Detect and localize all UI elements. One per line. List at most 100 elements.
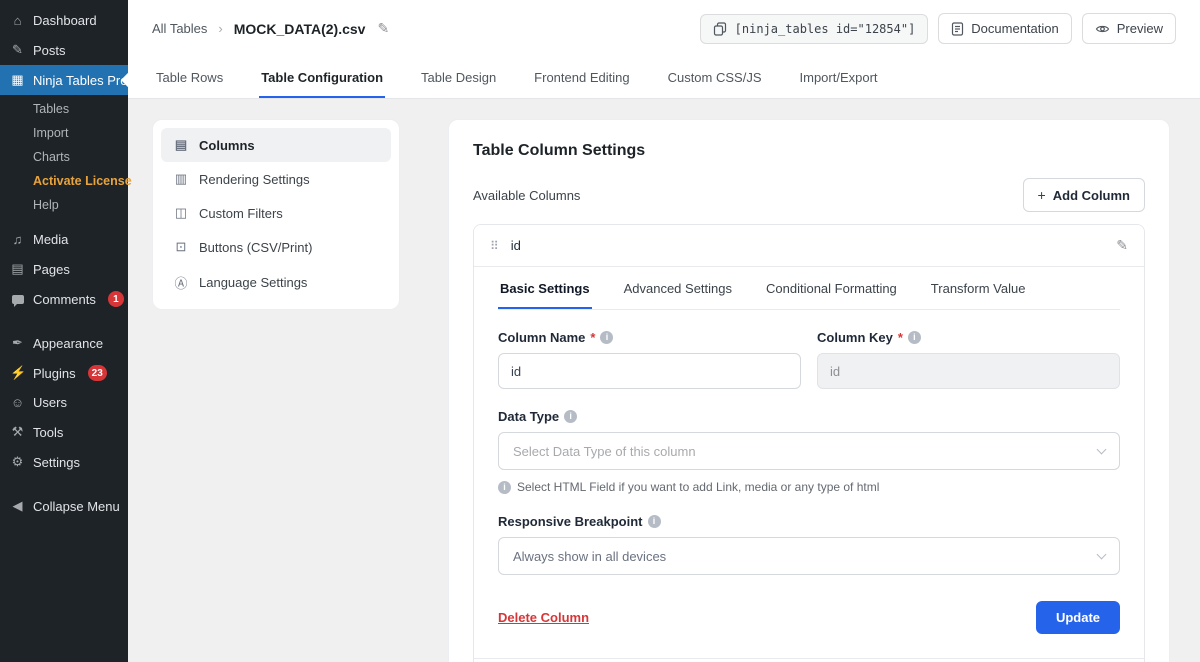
configuration-content: ▤ Columns ▥ Rendering Settings ◫ Custom … xyxy=(128,99,1200,662)
sidebar-item-label: Plugins xyxy=(33,365,76,381)
add-column-label: Add Column xyxy=(1052,187,1130,203)
settings-menu-columns[interactable]: ▤ Columns xyxy=(161,128,391,162)
language-icon: Ⓐ xyxy=(174,276,188,291)
brush-icon: ✒ xyxy=(12,335,23,350)
edit-column-icon[interactable]: ✎ xyxy=(1116,237,1128,254)
label-text: Column Key xyxy=(817,330,893,345)
sidebar-item-label: Comments xyxy=(33,291,96,307)
data-type-label: Data Type i xyxy=(498,409,1120,424)
media-icon: ♫ xyxy=(12,232,23,247)
editor-footer: Delete Column Update xyxy=(498,601,1120,634)
delete-column-link[interactable]: Delete Column xyxy=(498,610,589,625)
submenu-item-charts[interactable]: Charts xyxy=(0,145,128,169)
column-row-first-name[interactable]: ⠿ first_name ✎ xyxy=(474,658,1144,662)
sidebar-item-label: Ninja Tables Pro xyxy=(33,72,128,88)
rendering-icon: ▥ xyxy=(174,171,188,186)
sidebar-item-media[interactable]: ♫ Media xyxy=(0,225,128,254)
plugin-icon: ⚡ xyxy=(10,365,27,380)
sidebar-item-pages[interactable]: ▤ Pages xyxy=(0,254,128,284)
column-row-id[interactable]: ⠿ id ✎ xyxy=(474,225,1144,266)
responsive-breakpoint-select[interactable]: Always show in all devices xyxy=(498,537,1120,575)
settings-menu-language-settings[interactable]: Ⓐ Language Settings xyxy=(161,264,391,301)
table-tabs: Table Rows Table Configuration Table Des… xyxy=(128,57,1200,99)
sidebar-item-dashboard[interactable]: ⌂ Dashboard xyxy=(0,6,128,35)
responsive-breakpoint-value: Always show in all devices xyxy=(513,548,667,564)
preview-button[interactable]: Preview xyxy=(1081,13,1176,44)
sidebar-item-posts[interactable]: ✎ Posts xyxy=(0,35,128,65)
user-icon: ☺ xyxy=(10,395,25,410)
documentation-button[interactable]: Documentation xyxy=(938,13,1072,44)
chevron-down-icon xyxy=(1096,444,1107,454)
column-editor: Basic Settings Advanced Settings Conditi… xyxy=(474,266,1144,658)
tab-advanced-settings[interactable]: Advanced Settings xyxy=(622,267,734,309)
info-icon[interactable]: i xyxy=(564,410,578,423)
tab-transform-value[interactable]: Transform Value xyxy=(929,267,1028,309)
data-type-select[interactable]: Select Data Type of this column xyxy=(498,432,1120,470)
submenu-item-tables[interactable]: Tables xyxy=(0,97,128,121)
settings-menu-buttons-csv-print[interactable]: ⊡ Buttons (CSV/Print) xyxy=(161,230,391,264)
sidebar-item-label: Tools xyxy=(33,424,64,440)
tab-custom-css-js[interactable]: Custom CSS/JS xyxy=(666,57,764,98)
breadcrumb-separator: › xyxy=(218,21,223,36)
tab-frontend-editing[interactable]: Frontend Editing xyxy=(532,57,631,98)
document-icon xyxy=(952,21,964,36)
sidebar-item-settings[interactable]: ⚙ Settings xyxy=(0,447,128,477)
drag-handle-icon[interactable]: ⠿ xyxy=(490,239,499,253)
sidebar-item-collapse-menu[interactable]: ◀ Collapse Menu xyxy=(0,491,128,521)
column-key-label: Column Key * i xyxy=(817,330,1120,345)
sidebar-item-comments[interactable]: Comments 1 xyxy=(0,284,128,314)
plus-icon: + xyxy=(1037,187,1046,203)
panel-title: Table Column Settings xyxy=(473,142,646,159)
available-columns-label: Available Columns xyxy=(473,187,581,203)
settings-menu-custom-filters[interactable]: ◫ Custom Filters xyxy=(161,196,391,230)
data-type-field: Data Type i Select Data Type of this col… xyxy=(498,409,1120,494)
tab-conditional-formatting[interactable]: Conditional Formatting xyxy=(764,267,899,309)
update-button[interactable]: Update xyxy=(1035,601,1120,634)
copy-icon xyxy=(713,21,726,36)
sidebar-item-plugins[interactable]: ⚡ Plugins 23 xyxy=(0,358,128,388)
tab-import-export[interactable]: Import/Export xyxy=(798,57,880,98)
submenu-item-activate-license[interactable]: Activate License xyxy=(0,169,132,193)
label-text: Responsive Breakpoint xyxy=(498,514,643,529)
column-editor-tabs: Basic Settings Advanced Settings Conditi… xyxy=(498,267,1120,310)
tab-table-design[interactable]: Table Design xyxy=(419,57,498,98)
preview-label: Preview xyxy=(1116,21,1163,36)
sidebar-item-tools[interactable]: ⚒ Tools xyxy=(0,417,128,447)
label-text: Column Name xyxy=(498,330,586,345)
tab-table-rows[interactable]: Table Rows xyxy=(154,57,225,98)
shortcode-copy-button[interactable]: [ninja_tables id="12854"] xyxy=(699,13,929,44)
tab-table-configuration[interactable]: Table Configuration xyxy=(259,57,386,98)
info-icon[interactable]: i xyxy=(647,515,661,528)
ninja-tables-submenu: Tables Import Charts Activate License He… xyxy=(0,95,132,225)
responsive-breakpoint-field: Responsive Breakpoint i Always show in a… xyxy=(498,514,1120,575)
column-name-input[interactable] xyxy=(498,353,801,389)
sidebar-item-label: Posts xyxy=(33,42,66,58)
info-icon[interactable]: i xyxy=(600,331,614,344)
breadcrumb-table-name: MOCK_DATA(2).csv xyxy=(233,20,366,37)
table-icon: ▦ xyxy=(11,72,24,87)
documentation-label: Documentation xyxy=(971,21,1059,36)
column-name-label: Column Name * i xyxy=(498,330,801,345)
breadcrumb-all-tables[interactable]: All Tables xyxy=(152,21,207,36)
sidebar-item-label: Media xyxy=(33,232,69,247)
columns-list: ⠿ id ✎ Basic Settings Advanced Settings … xyxy=(473,224,1145,662)
rename-table-icon[interactable]: ✎ xyxy=(377,20,389,37)
sidebar-item-label: Dashboard xyxy=(33,13,97,28)
data-type-placeholder: Select Data Type of this column xyxy=(513,443,696,459)
add-column-button[interactable]: + Add Column xyxy=(1022,178,1145,212)
columns-icon: ▤ xyxy=(174,137,188,152)
info-icon[interactable]: i xyxy=(907,331,921,344)
sidebar-item-users[interactable]: ☺ Users xyxy=(0,388,128,417)
top-header: All Tables › MOCK_DATA(2).csv ✎ [ninja_t… xyxy=(128,0,1200,57)
sidebar-item-appearance[interactable]: ✒ Appearance xyxy=(0,328,128,358)
pages-icon: ▤ xyxy=(11,261,24,276)
label-text: Data Type xyxy=(498,409,560,424)
settings-menu-rendering-settings[interactable]: ▥ Rendering Settings xyxy=(161,162,391,196)
column-settings-panel: Table Column Settings Available Columns … xyxy=(448,119,1170,662)
tab-basic-settings[interactable]: Basic Settings xyxy=(498,267,592,309)
sidebar-item-ninja-tables-pro[interactable]: ▦ Ninja Tables Pro xyxy=(0,65,128,95)
settings-menu-label: Custom Filters xyxy=(199,205,283,221)
submenu-item-help[interactable]: Help xyxy=(0,193,128,217)
submenu-item-import[interactable]: Import xyxy=(0,121,128,145)
sidebar-item-label: Appearance xyxy=(33,335,104,351)
